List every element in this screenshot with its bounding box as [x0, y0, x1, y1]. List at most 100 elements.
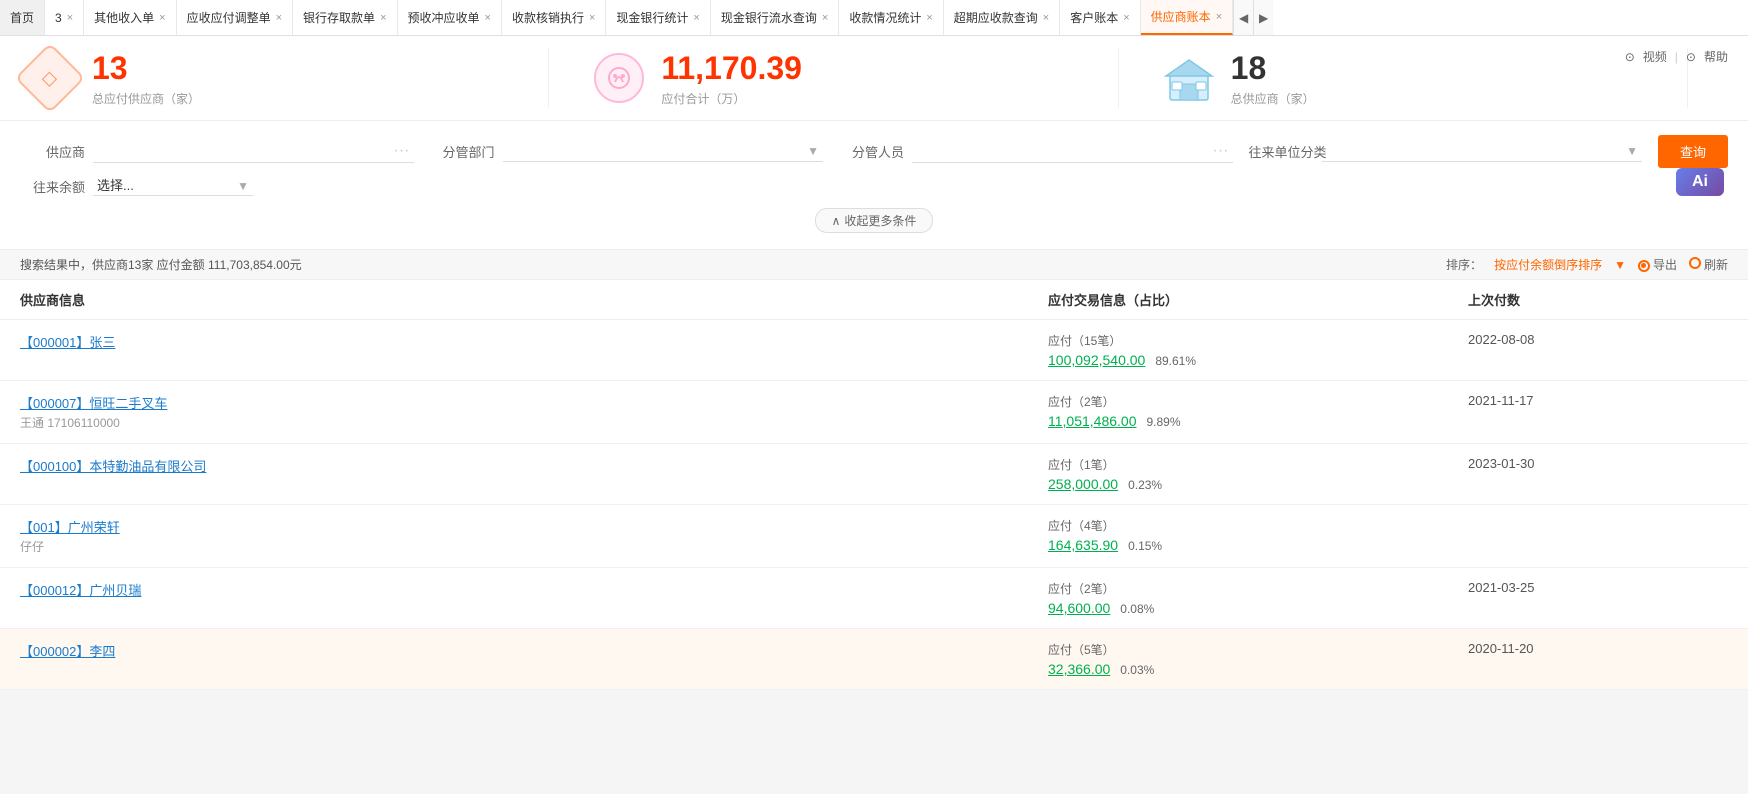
person-input[interactable]: [916, 144, 1209, 159]
last-pay-cell-2: 2021-11-17: [1468, 393, 1728, 408]
stat-icon-grain: [589, 48, 649, 108]
balance-select[interactable]: 选择...: [97, 178, 233, 193]
table-row: 【000002】李四 应付（5笔） 32,366.00 0.03% 2020-1…: [0, 629, 1748, 690]
table-row: 【000012】广州贝瑞 应付（2笔） 94,600.00 0.08% 2021…: [0, 568, 1748, 629]
payable-total-number: 11,170.39: [661, 49, 802, 87]
payable-amount-4[interactable]: 164,635.90: [1048, 537, 1118, 553]
nav-arrow-left[interactable]: ◀: [1233, 0, 1253, 36]
close-tab-cash-bank-stats[interactable]: ×: [693, 12, 699, 24]
payable-amount-5[interactable]: 94,600.00: [1048, 600, 1110, 616]
supplier-cell-1: 【000001】张三: [20, 332, 1048, 351]
supplier-link-000002[interactable]: 【000002】李四: [20, 644, 115, 659]
nav-tab-other-income[interactable]: 其他收入单 ×: [84, 0, 176, 35]
person-label: 分管人员: [839, 142, 904, 161]
supplier-input[interactable]: [97, 144, 390, 159]
close-tab-overdue-query[interactable]: ×: [1043, 12, 1049, 24]
supplier-link-000007[interactable]: 【000007】恒旺二手叉车: [20, 396, 167, 411]
sort-value[interactable]: 按应付余额倒序排序: [1494, 256, 1602, 273]
stat-icon-shop: [1159, 48, 1219, 108]
supplier-link-000100[interactable]: 【000100】本特勤油品有限公司: [20, 459, 206, 474]
supplier-link-000012[interactable]: 【000012】广州贝瑞: [20, 583, 141, 598]
grain-icon: [594, 53, 644, 103]
supplier-input-wrapper: ···: [93, 140, 414, 163]
filter-row-2: 往来余额 选择... ▼: [20, 176, 1728, 196]
nav-tab-home[interactable]: 首页: [0, 0, 45, 35]
close-tab-3[interactable]: ×: [67, 12, 73, 24]
supplier-cell-6: 【000002】李四: [20, 641, 1048, 660]
payable-suppliers-label: 总应付供应商（家）: [92, 90, 200, 107]
search-button[interactable]: 查询: [1658, 135, 1728, 168]
close-tab-collect-stats[interactable]: ×: [926, 12, 932, 24]
stat-payable-suppliers: ◇ 13 总应付供应商（家）: [20, 48, 549, 108]
close-tab-prepay-collect[interactable]: ×: [485, 12, 491, 24]
dept-label: 分管部门: [430, 142, 495, 161]
close-tab-receipt-verify[interactable]: ×: [589, 12, 595, 24]
nav-tab-receipt-verify[interactable]: 收款核销执行 ×: [502, 0, 606, 35]
collapse-bar: ∧ 收起更多条件: [20, 204, 1728, 239]
collapse-label: 收起更多条件: [844, 212, 916, 229]
collapse-button[interactable]: ∧ 收起更多条件: [815, 208, 934, 233]
filter-item-supplier: 供应商 ···: [20, 140, 414, 163]
nav-tab-prepay-collect[interactable]: 预收冲应收单 ×: [398, 0, 502, 35]
close-tab-other-income[interactable]: ×: [159, 12, 165, 24]
close-tab-supplier-account[interactable]: ×: [1216, 11, 1222, 23]
refresh-button[interactable]: 刷新: [1689, 256, 1728, 273]
balance-chevron-icon: ▼: [237, 179, 249, 193]
supplier-link-000001[interactable]: 【000001】张三: [20, 335, 115, 350]
payable-amount-6[interactable]: 32,366.00: [1048, 661, 1110, 677]
category-chevron-icon: ▼: [1626, 144, 1638, 158]
export-icon: [1638, 257, 1650, 272]
payable-cell-2: 应付（2笔） 11,051,486.00 9.89%: [1048, 393, 1468, 429]
top-right-links: ⊙ 视频 | ⊙ 帮助: [1625, 48, 1728, 65]
supplier-dots-icon[interactable]: ···: [394, 142, 410, 160]
payable-pct-3: 0.23%: [1128, 478, 1162, 492]
balance-label: 往来余额: [20, 177, 85, 196]
supplier-link-001[interactable]: 【001】广州荣轩: [20, 520, 120, 535]
close-tab-payable-adjust[interactable]: ×: [276, 12, 282, 24]
video-link[interactable]: 视频: [1643, 48, 1667, 65]
close-tab-customer-account[interactable]: ×: [1123, 12, 1129, 24]
stats-bar: ◇ 13 总应付供应商（家） 11,170.39 应付合计（万）: [0, 36, 1748, 121]
payable-suppliers-number: 13: [92, 49, 200, 87]
category-label: 往来单位分类: [1249, 142, 1314, 161]
help-icon: ⊙: [1686, 50, 1696, 64]
nav-tab-collect-stats[interactable]: 收款情况统计 ×: [839, 0, 943, 35]
sort-chevron-icon: ▼: [1614, 258, 1626, 272]
sort-label: 排序：: [1446, 256, 1482, 273]
filter-item-category: 往来单位分类 ▼: [1249, 142, 1643, 162]
nav-tab-payable-adjust[interactable]: 应收应付调整单 ×: [177, 0, 293, 35]
payable-amount-1[interactable]: 100,092,540.00: [1048, 352, 1145, 368]
nav-tab-customer-account[interactable]: 客户账本 ×: [1060, 0, 1140, 35]
last-pay-cell-1: 2022-08-08: [1468, 332, 1728, 347]
filter-row-1: 供应商 ··· 分管部门 ▼ 分管人员 ···: [20, 135, 1728, 168]
nav-tab-cash-bank-flow[interactable]: 现金银行流水查询 ×: [711, 0, 839, 35]
payable-cell-6: 应付（5笔） 32,366.00 0.03%: [1048, 641, 1468, 677]
supplier-cell-5: 【000012】广州贝瑞: [20, 580, 1048, 599]
close-tab-bank-deposit[interactable]: ×: [380, 12, 386, 24]
payable-amount-3[interactable]: 258,000.00: [1048, 476, 1118, 492]
col-payable-info: 应付交易信息（占比）: [1048, 290, 1468, 309]
payable-pct-1: 89.61%: [1155, 354, 1196, 368]
data-table: 供应商信息 应付交易信息（占比） 上次付数 【000001】张三 应付（15笔）…: [0, 280, 1748, 690]
refresh-icon: [1689, 257, 1701, 272]
payable-amount-2[interactable]: 11,051,486.00: [1048, 413, 1137, 429]
filter-section: 供应商 ··· 分管部门 ▼ 分管人员 ···: [0, 121, 1748, 250]
help-link[interactable]: 帮助: [1704, 48, 1728, 65]
payable-pct-4: 0.15%: [1128, 539, 1162, 553]
nav-tab-overdue-query[interactable]: 超期应收款查询 ×: [944, 0, 1060, 35]
nav-tab-cash-bank-stats[interactable]: 现金银行统计 ×: [606, 0, 710, 35]
person-dots-icon[interactable]: ···: [1213, 142, 1229, 160]
export-button[interactable]: 导出: [1638, 256, 1677, 273]
nav-arrow-right[interactable]: ▶: [1253, 0, 1273, 36]
nav-tab-3[interactable]: 3 ×: [45, 0, 84, 35]
close-tab-cash-bank-flow[interactable]: ×: [822, 12, 828, 24]
payable-pct-5: 0.08%: [1120, 602, 1154, 616]
dept-select[interactable]: [507, 144, 804, 159]
last-pay-cell-3: 2023-01-30: [1468, 456, 1728, 471]
nav-tab-supplier-account[interactable]: 供应商账本 ×: [1141, 0, 1233, 35]
payable-pct-2: 9.89%: [1147, 415, 1181, 429]
ai-badge[interactable]: Ai: [1676, 168, 1724, 196]
category-select[interactable]: [1326, 144, 1623, 159]
payable-cell-5: 应付（2笔） 94,600.00 0.08%: [1048, 580, 1468, 616]
nav-tab-bank-deposit[interactable]: 银行存取款单 ×: [293, 0, 397, 35]
